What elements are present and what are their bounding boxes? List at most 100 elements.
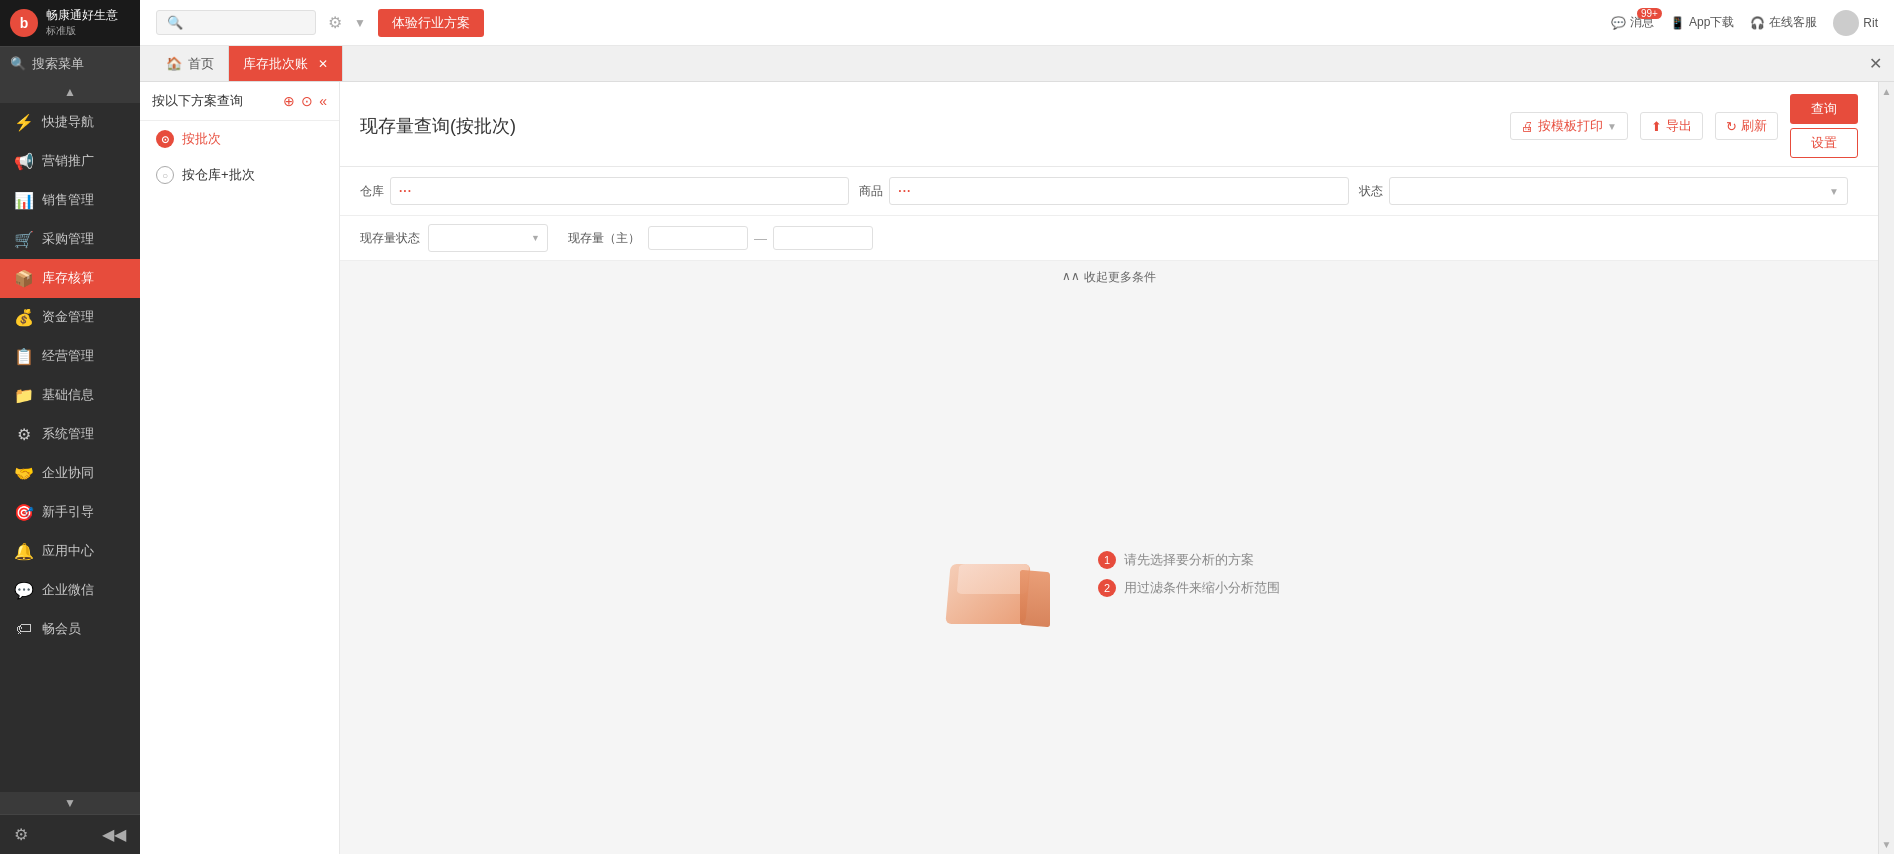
product-field: 商品 ··· — [859, 177, 1348, 205]
sidebar-item-basic[interactable]: 📁 基础信息 — [0, 376, 140, 415]
sidebar-item-newbie[interactable]: 🎯 新手引导 — [0, 493, 140, 532]
topbar-dropdown-icon[interactable]: ▼ — [354, 16, 366, 30]
tab-close-icon[interactable]: ✕ — [318, 57, 328, 71]
enterprise-wx-icon: 💬 — [14, 581, 34, 600]
sidebar-item-purchase[interactable]: 🛒 采购管理 — [0, 220, 140, 259]
newbie-icon: 🎯 — [14, 503, 34, 522]
topbar-search-input[interactable] — [189, 16, 305, 30]
sidebar: b 畅康通好生意 标准版 🔍 搜索菜单 ▲ ⚡ 快捷导航 📢 营销推广 📊 销售… — [0, 0, 140, 854]
filter-item-by-warehouse-batch[interactable]: ○ 按仓库+批次 — [140, 157, 339, 193]
messages-button[interactable]: 💬 消息 99+ — [1611, 14, 1654, 31]
collapse-filter-icon[interactable]: « — [319, 93, 327, 109]
empty-state: 1 请先选择要分析的方案 2 用过滤条件来缩小分析范围 — [340, 294, 1878, 854]
settings-button[interactable]: 设置 — [1790, 128, 1858, 158]
warehouse-label: 仓库 — [360, 183, 384, 200]
sidebar-item-app-center[interactable]: 🔔 应用中心 — [0, 532, 140, 571]
quick-nav-icon: ⚡ — [14, 113, 34, 132]
system-icon: ⚙ — [14, 425, 34, 444]
box-side — [1020, 570, 1050, 628]
print-dropdown-icon[interactable]: ▼ — [1607, 121, 1617, 132]
scheme-settings-icon[interactable]: ⊙ — [301, 93, 313, 109]
sidebar-item-label: 新手引导 — [42, 503, 94, 521]
sidebar-item-system[interactable]: ⚙ 系统管理 — [0, 415, 140, 454]
sidebar-item-sales[interactable]: 📊 销售管理 — [0, 181, 140, 220]
tab-inventory-batch-label: 库存批次账 — [243, 55, 308, 73]
scroll-down-btn[interactable]: ▼ — [1878, 835, 1894, 854]
warehouse-batch-icon: ○ — [156, 166, 174, 184]
sidebar-item-label: 企业微信 — [42, 581, 94, 599]
settings-icon[interactable]: ⚙ — [14, 825, 28, 844]
add-scheme-icon[interactable]: ⊕ — [283, 93, 295, 109]
filter-row-2: 现存量状态 现存量（主） — — [340, 216, 1878, 261]
avatar — [1833, 10, 1859, 36]
query-header: 现存量查询(按批次) 🖨 按模板打印 ▼ ⬆ 导出 ↻ 刷新 — [340, 82, 1878, 167]
topbar-search-box[interactable]: 🔍 — [156, 10, 316, 35]
sidebar-item-label: 应用中心 — [42, 542, 94, 560]
export-button[interactable]: ⬆ 导出 — [1640, 112, 1703, 140]
tab-home-label: 首页 — [188, 55, 214, 73]
collapse-icon[interactable]: ◀◀ — [102, 825, 126, 844]
refresh-icon: ↻ — [1726, 119, 1737, 134]
inventory-status-select[interactable] — [428, 224, 548, 252]
sidebar-item-quick-nav[interactable]: ⚡ 快捷导航 — [0, 103, 140, 142]
app-download-label: App下载 — [1689, 14, 1734, 31]
app-download-button[interactable]: 📱 App下载 — [1670, 14, 1734, 31]
chevron-up-icon: ∧∧ — [1062, 269, 1080, 286]
app-name: 畅康通好生意 — [46, 8, 118, 24]
refresh-button[interactable]: ↻ 刷新 — [1715, 112, 1778, 140]
messages-badge: 99+ — [1637, 8, 1662, 19]
print-button[interactable]: 🖨 按模板打印 ▼ — [1510, 112, 1628, 140]
search-menu[interactable]: 🔍 搜索菜单 — [0, 47, 140, 81]
product-input[interactable]: ··· — [889, 177, 1348, 205]
sidebar-footer: ⚙ ◀◀ — [0, 814, 140, 854]
tab-inventory-batch[interactable]: 库存批次账 ✕ — [229, 46, 343, 81]
scroll-up-btn[interactable]: ▲ — [1878, 82, 1894, 101]
sidebar-item-enterprise-wx[interactable]: 💬 企业微信 — [0, 571, 140, 610]
tab-home[interactable]: 🏠 首页 — [152, 46, 229, 81]
online-service-button[interactable]: 🎧 在线客服 — [1750, 14, 1817, 31]
sidebar-item-marketing[interactable]: 📢 营销推广 — [0, 142, 140, 181]
sidebar-item-member[interactable]: 🏷 畅会员 — [0, 610, 140, 648]
topbar-search-icon: 🔍 — [167, 15, 183, 30]
filter-item-by-batch[interactable]: ⊙ 按批次 — [140, 121, 339, 157]
sidebar-scroll-down[interactable]: ▼ — [0, 792, 140, 814]
sidebar-scroll-up[interactable]: ▲ — [0, 81, 140, 103]
operations-icon: 📋 — [14, 347, 34, 366]
printer-icon: 🖨 — [1521, 119, 1534, 134]
collapse-label: 收起更多条件 — [1084, 269, 1156, 286]
sidebar-item-label: 经营管理 — [42, 347, 94, 365]
query-button[interactable]: 查询 — [1790, 94, 1858, 124]
step-1-num: 1 — [1098, 551, 1116, 569]
sidebar-item-enterprise[interactable]: 🤝 企业协同 — [0, 454, 140, 493]
filter-row-1: 仓库 ··· 商品 ··· 状态 — [340, 167, 1878, 216]
topbar-settings-icon[interactable]: ⚙ — [328, 13, 342, 32]
box-top — [957, 564, 1030, 594]
user-profile[interactable]: Rit — [1833, 10, 1878, 36]
inventory-status-select-wrapper — [428, 224, 548, 252]
inventory-icon: 📦 — [14, 269, 34, 288]
tabbar: 🏠 首页 库存批次账 ✕ ✕ — [140, 46, 1894, 82]
username-label: Rit — [1863, 16, 1878, 30]
inventory-qty-range: — — [648, 226, 873, 250]
sidebar-item-finance[interactable]: 💰 资金管理 — [0, 298, 140, 337]
sidebar-header: b 畅康通好生意 标准版 — [0, 0, 140, 47]
filter-panel: 按以下方案查询 ⊕ ⊙ « ⊙ 按批次 ○ 按仓库+批次 — [140, 82, 340, 854]
sidebar-item-label: 快捷导航 — [42, 113, 94, 131]
status-input[interactable]: ▼ — [1389, 177, 1848, 205]
primary-actions: 查询 设置 — [1790, 94, 1858, 158]
inventory-qty-min-input[interactable] — [648, 226, 748, 250]
industry-solution-button[interactable]: 体验行业方案 — [378, 9, 484, 37]
inventory-status-label: 现存量状态 — [360, 230, 420, 247]
sidebar-nav: ⚡ 快捷导航 📢 营销推广 📊 销售管理 🛒 采购管理 📦 库存核算 💰 资金管… — [0, 103, 140, 792]
product-dots: ··· — [898, 184, 911, 198]
warehouse-input[interactable]: ··· — [390, 177, 849, 205]
sidebar-item-inventory[interactable]: 📦 库存核算 — [0, 259, 140, 298]
tab-panel-close-button[interactable]: ✕ — [1869, 54, 1882, 73]
collapse-conditions-button[interactable]: ∧∧ 收起更多条件 — [340, 261, 1878, 294]
inventory-qty-max-input[interactable] — [773, 226, 873, 250]
finance-icon: 💰 — [14, 308, 34, 327]
inventory-status-field: 现存量状态 — [360, 224, 548, 252]
warehouse-dots: ··· — [399, 184, 412, 198]
sidebar-item-operations[interactable]: 📋 经营管理 — [0, 337, 140, 376]
status-field: 状态 ▼ — [1359, 177, 1848, 205]
